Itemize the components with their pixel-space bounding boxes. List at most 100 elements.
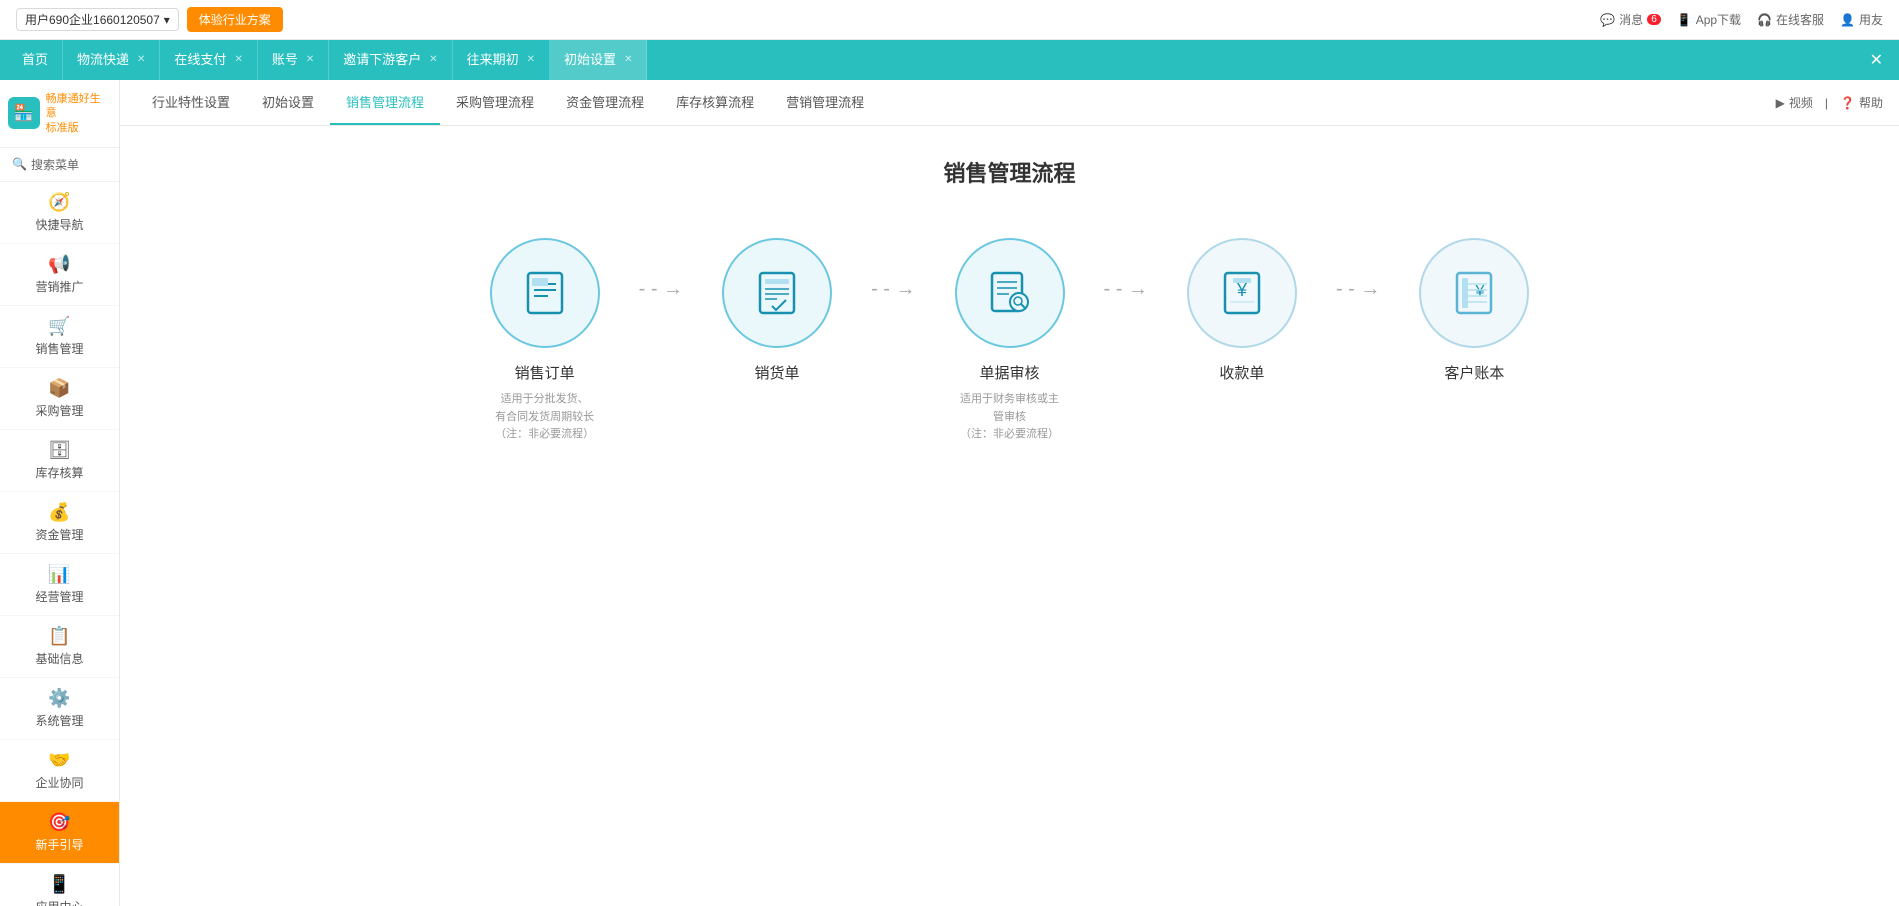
sub-tab-init[interactable]: 初始设置 — [246, 80, 330, 125]
sidebar-item-marketing[interactable]: 📢 营销推广 — [0, 244, 119, 306]
nav-tab-init[interactable]: 初始设置 ✕ — [550, 40, 647, 80]
user-selector[interactable]: 用户690企业1660120507 ▾ — [16, 8, 179, 31]
video-icon: ▶ — [1776, 96, 1785, 110]
headset-icon: 🎧 — [1757, 13, 1772, 27]
sidebar-item-app-center[interactable]: 📱 应用中心 — [0, 864, 119, 906]
receipt-name: 收款单 — [1219, 362, 1264, 383]
logo-text: 畅康通好生意 标准版 — [46, 92, 111, 135]
message-badge: 6 — [1647, 14, 1661, 25]
enterprise-label: 企业协同 — [35, 774, 83, 791]
sub-tab-purchase-flow[interactable]: 采购管理流程 — [440, 80, 550, 125]
inventory-label: 库存核算 — [35, 464, 83, 481]
sales-icon: 🛒 — [48, 316, 70, 337]
quick-nav-icon: 🧭 — [48, 192, 70, 213]
sidebar-item-enterprise[interactable]: 🤝 企业协同 — [0, 740, 119, 802]
quick-nav-label: 快捷导航 — [35, 216, 83, 233]
marketing-icon: 📢 — [48, 254, 70, 275]
nav-tabs: 首页 物流快递 ✕ 在线支付 ✕ 账号 ✕ 邀请下游客户 ✕ 往来期初 ✕ 初始… — [0, 40, 1899, 80]
flow-step-sales-invoice: 销货单 — [687, 238, 867, 391]
nav-tab-home[interactable]: 首页 — [8, 40, 63, 80]
nav-tab-invite[interactable]: 邀请下游客户 ✕ — [329, 40, 452, 80]
sub-tab-industry[interactable]: 行业特性设置 — [136, 80, 246, 125]
nav-tab-logistics-close[interactable]: ✕ — [137, 40, 145, 80]
sidebar-item-sales[interactable]: 🛒 销售管理 — [0, 306, 119, 368]
sidebar-item-inventory[interactable]: 🗄 库存核算 — [0, 430, 119, 492]
sidebar-item-quick-nav[interactable]: 🧭 快捷导航 — [0, 182, 119, 244]
doc-review-circle — [955, 238, 1065, 348]
basic-info-label: 基础信息 — [35, 650, 83, 667]
flow-arrow-2: - - → — [867, 238, 919, 301]
nav-tab-init-close[interactable]: ✕ — [624, 40, 632, 80]
sub-tabs-left: 行业特性设置 初始设置 销售管理流程 采购管理流程 资金管理流程 库存核算流程 — [136, 80, 880, 125]
purchase-icon: 📦 — [48, 378, 70, 399]
sub-tabs: 行业特性设置 初始设置 销售管理流程 采购管理流程 资金管理流程 库存核算流程 — [120, 80, 1899, 126]
sales-order-circle — [490, 238, 600, 348]
sales-order-name: 销售订单 — [515, 362, 575, 383]
online-service-item[interactable]: 🎧 在线客服 — [1757, 11, 1824, 28]
sub-tab-marketing-flow[interactable]: 营销管理流程 — [770, 80, 880, 125]
app-download-item[interactable]: 📱 App下载 — [1677, 11, 1741, 28]
text-help[interactable]: ❓ 帮助 — [1840, 94, 1883, 111]
avatar-icon: 👤 — [1840, 13, 1855, 27]
video-help[interactable]: ▶ 视频 — [1776, 94, 1813, 111]
arrow-icon-3: - - → — [1104, 278, 1148, 301]
new-guide-label: 新手引导 — [35, 836, 83, 853]
search-icon: 🔍 — [12, 157, 27, 171]
flow-step-sales-order: 销售订单 适用于分批发货、有合同发货周期较长（注：非必要流程） — [455, 238, 635, 444]
page-title: 销售管理流程 — [160, 156, 1859, 188]
sidebar-item-finance[interactable]: 💰 资金管理 — [0, 492, 119, 554]
nav-tab-period[interactable]: 往来期初 ✕ — [453, 40, 550, 80]
arrow-icon-2: - - → — [871, 278, 915, 301]
flow-step-receipt: ¥ 收款单 — [1152, 238, 1332, 391]
user-label: 用户690企业1660120507 — [25, 11, 160, 28]
flow-arrow-1: - - → — [635, 238, 687, 301]
nav-close-all[interactable]: ✕ — [1862, 50, 1891, 70]
nav-tab-account[interactable]: 账号 ✕ — [258, 40, 329, 80]
top-bar-right: 💬 消息 6 📱 App下载 🎧 在线客服 👤 用友 — [1600, 11, 1883, 28]
nav-tab-payment[interactable]: 在线支付 ✕ — [160, 40, 257, 80]
operations-label: 经营管理 — [35, 588, 83, 605]
system-icon: ⚙️ — [48, 688, 70, 709]
basic-info-icon: 📋 — [48, 626, 70, 647]
nav-tab-invite-close[interactable]: ✕ — [429, 40, 437, 80]
sidebar-item-system[interactable]: ⚙️ 系统管理 — [0, 678, 119, 740]
nav-tab-logistics-label: 物流快递 — [77, 40, 129, 80]
try-btn[interactable]: 体验行业方案 — [187, 7, 283, 32]
sub-tabs-right: ▶ 视频 | ❓ 帮助 — [1776, 94, 1883, 111]
nav-tab-account-close[interactable]: ✕ — [306, 40, 314, 80]
doc-review-name: 单据审核 — [979, 362, 1039, 383]
purchase-label: 采购管理 — [35, 402, 83, 419]
user-menu-label: 用友 — [1859, 11, 1883, 28]
arrow-icon-1: - - → — [639, 278, 683, 301]
sidebar: 🏪 畅康通好生意 标准版 🔍 搜索菜单 🧭 快捷导航 📢 营销推广 🛒 销售管理… — [0, 80, 120, 906]
nav-tab-init-label: 初始设置 — [564, 40, 616, 80]
sub-tab-finance-flow[interactable]: 资金管理流程 — [550, 80, 660, 125]
finance-label: 资金管理 — [35, 526, 83, 543]
sidebar-item-operations[interactable]: 📊 经营管理 — [0, 554, 119, 616]
sales-invoice-circle — [722, 238, 832, 348]
svg-text:¥: ¥ — [1475, 283, 1485, 300]
operations-icon: 📊 — [48, 564, 70, 585]
user-menu-item[interactable]: 👤 用友 — [1840, 11, 1883, 28]
nav-tab-payment-close[interactable]: ✕ — [234, 40, 242, 80]
flow-arrow-3: - - → — [1100, 238, 1152, 301]
sidebar-logo: 🏪 畅康通好生意 标准版 — [0, 80, 119, 148]
search-menu[interactable]: 🔍 搜索菜单 — [0, 148, 119, 182]
nav-tab-invite-label: 邀请下游客户 — [343, 40, 421, 80]
sub-tab-inventory-flow[interactable]: 库存核算流程 — [660, 80, 770, 125]
message-icon: 💬 — [1600, 13, 1615, 27]
customer-ledger-name: 客户账本 — [1444, 362, 1504, 383]
sidebar-item-new-guide[interactable]: 🎯 新手引导 — [0, 802, 119, 864]
sales-label: 销售管理 — [35, 340, 83, 357]
sidebar-item-purchase[interactable]: 📦 采购管理 — [0, 368, 119, 430]
enterprise-icon: 🤝 — [48, 750, 70, 771]
logo-icon: 🏪 — [8, 97, 40, 129]
sales-order-desc: 适用于分批发货、有合同发货周期较长（注：非必要流程） — [495, 391, 594, 444]
top-bar: 用户690企业1660120507 ▾ 体验行业方案 💬 消息 6 📱 App下… — [0, 0, 1899, 40]
sub-tab-sales-flow[interactable]: 销售管理流程 — [330, 80, 440, 125]
nav-tab-logistics[interactable]: 物流快递 ✕ — [63, 40, 160, 80]
nav-tab-period-label: 往来期初 — [467, 40, 519, 80]
message-item[interactable]: 💬 消息 6 — [1600, 11, 1661, 28]
sidebar-item-basic-info[interactable]: 📋 基础信息 — [0, 616, 119, 678]
nav-tab-period-close[interactable]: ✕ — [527, 40, 535, 80]
